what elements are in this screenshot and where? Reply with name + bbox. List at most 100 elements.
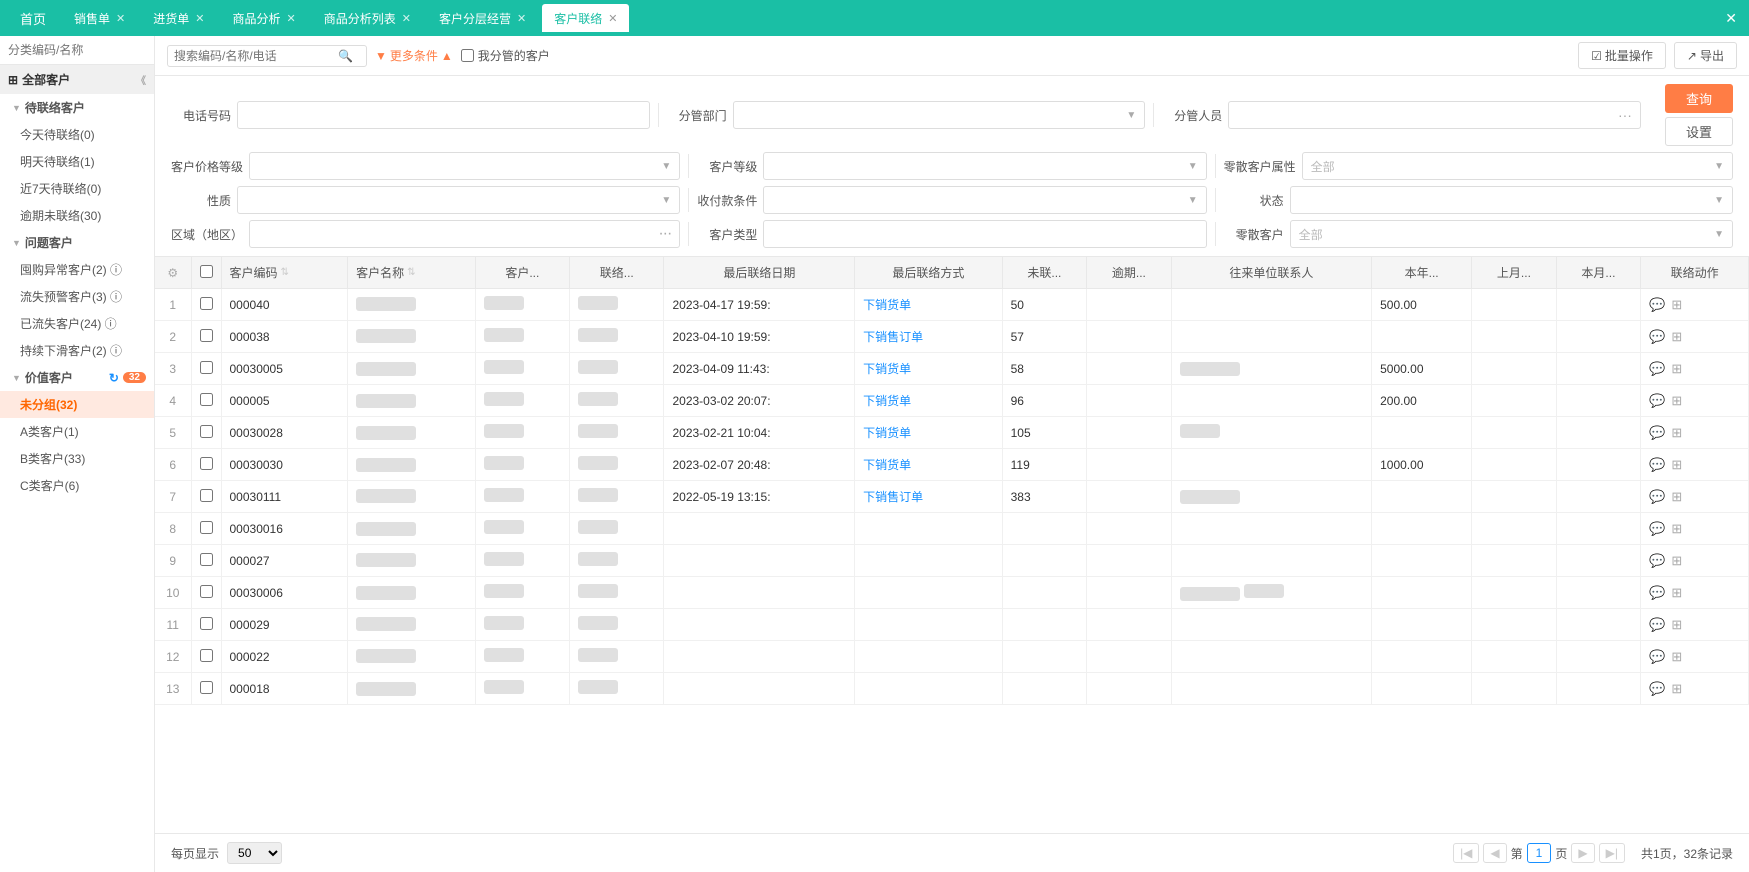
dept-select[interactable]: ▼ bbox=[733, 101, 1146, 129]
sidebar-all-customers[interactable]: ⊞ 全部客户 《 bbox=[0, 65, 154, 94]
sidebar-group-problem[interactable]: ▼ 问题客户 bbox=[0, 229, 154, 256]
grid-action-icon[interactable]: ⊞ bbox=[1671, 361, 1682, 377]
sort-icon[interactable]: ⇅ bbox=[407, 267, 415, 278]
grid-action-icon[interactable]: ⊞ bbox=[1671, 521, 1682, 537]
sort-icon[interactable]: ⇅ bbox=[281, 267, 289, 278]
chat-icon[interactable]: 💬 bbox=[1649, 585, 1665, 601]
grid-action-icon[interactable]: ⊞ bbox=[1671, 297, 1682, 313]
nav-tab-customer-contact[interactable]: 客户联络 ✕ bbox=[542, 4, 629, 32]
nav-home[interactable]: 首页 bbox=[8, 9, 58, 28]
close-icon[interactable]: ✕ bbox=[195, 12, 204, 25]
last-page-button[interactable]: ▶| bbox=[1599, 843, 1625, 863]
payment-select[interactable]: ▼ bbox=[763, 186, 1206, 214]
chat-icon[interactable]: 💬 bbox=[1649, 617, 1665, 633]
contact-method-link[interactable]: 下销售订单 bbox=[863, 490, 923, 504]
sidebar-group-pending[interactable]: ▼ 待联络客户 bbox=[0, 94, 154, 121]
settings-icon[interactable]: ⚙ bbox=[167, 266, 178, 280]
sidebar-search-input[interactable] bbox=[8, 43, 155, 57]
retail-attr-select[interactable]: 全部 ▼ bbox=[1302, 152, 1733, 180]
sidebar-item-a-class[interactable]: A类客户(1) bbox=[0, 418, 154, 445]
chat-icon[interactable]: 💬 bbox=[1649, 425, 1665, 441]
sidebar-item-abnormal[interactable]: 囤购异常客户(2) ⓘ bbox=[0, 256, 154, 283]
contact-method-link[interactable]: 下销售订单 bbox=[863, 330, 923, 344]
sidebar-item-c-class[interactable]: C类客户(6) bbox=[0, 472, 154, 499]
contact-method-link[interactable]: 下销货单 bbox=[863, 458, 911, 472]
sidebar-item-declining[interactable]: 持续下滑客户(2) ⓘ bbox=[0, 337, 154, 364]
query-button[interactable]: 查询 bbox=[1665, 84, 1733, 113]
grid-action-icon[interactable]: ⊞ bbox=[1671, 425, 1682, 441]
chat-icon[interactable]: 💬 bbox=[1649, 393, 1665, 409]
close-all-button[interactable]: ✕ bbox=[1721, 6, 1741, 31]
chat-icon[interactable]: 💬 bbox=[1649, 297, 1665, 313]
grid-action-icon[interactable]: ⊞ bbox=[1671, 617, 1682, 633]
first-page-button[interactable]: |◀ bbox=[1453, 843, 1479, 863]
close-icon[interactable]: ✕ bbox=[517, 12, 526, 25]
export-button[interactable]: ↗ 导出 bbox=[1674, 42, 1737, 69]
sidebar-item-today[interactable]: 今天待联络(0) bbox=[0, 121, 154, 148]
close-icon[interactable]: ✕ bbox=[116, 12, 125, 25]
prev-page-button[interactable]: ◀ bbox=[1483, 843, 1506, 863]
chat-icon[interactable]: 💬 bbox=[1649, 457, 1665, 473]
row-not-contacted: 383 bbox=[1002, 481, 1087, 513]
retail-select[interactable]: 全部 ▼ bbox=[1290, 220, 1733, 248]
search-icon[interactable]: 🔍 bbox=[338, 49, 353, 63]
area-select[interactable]: ··· bbox=[249, 220, 680, 248]
grid-action-icon[interactable]: ⊞ bbox=[1671, 585, 1682, 601]
contact-method-link[interactable]: 下销货单 bbox=[863, 298, 911, 312]
grid-action-icon[interactable]: ⊞ bbox=[1671, 553, 1682, 569]
nav-tab-purchase[interactable]: 进货单 ✕ bbox=[141, 4, 216, 32]
nav-tab-analysis[interactable]: 商品分析 ✕ bbox=[220, 4, 307, 32]
row-type bbox=[475, 609, 569, 641]
grid-action-icon[interactable]: ⊞ bbox=[1671, 393, 1682, 409]
chat-icon[interactable]: 💬 bbox=[1649, 521, 1665, 537]
contact-method-link[interactable]: 下销货单 bbox=[863, 426, 911, 440]
grid-action-icon[interactable]: ⊞ bbox=[1671, 681, 1682, 697]
my-customers-check[interactable] bbox=[461, 49, 474, 62]
close-icon[interactable]: ✕ bbox=[608, 12, 617, 25]
close-icon[interactable]: ✕ bbox=[402, 12, 411, 25]
row-not-contacted: 105 bbox=[1002, 417, 1087, 449]
chat-icon[interactable]: 💬 bbox=[1649, 649, 1665, 665]
grid-action-icon[interactable]: ⊞ bbox=[1671, 329, 1682, 345]
reset-button[interactable]: 设置 bbox=[1665, 117, 1733, 146]
grid-action-icon[interactable]: ⊞ bbox=[1671, 457, 1682, 473]
my-customers-checkbox[interactable]: 我分管的客户 bbox=[461, 47, 550, 64]
chat-icon[interactable]: 💬 bbox=[1649, 489, 1665, 505]
per-page-select[interactable]: 50 100 bbox=[227, 842, 282, 864]
customer-type-select[interactable] bbox=[763, 220, 1206, 248]
sidebar-item-tomorrow[interactable]: 明天待联络(1) bbox=[0, 148, 154, 175]
refresh-icon[interactable]: ↻ bbox=[109, 371, 119, 385]
row-overdue bbox=[1087, 289, 1172, 321]
nav-tab-customer-segment[interactable]: 客户分层经营 ✕ bbox=[427, 4, 538, 32]
grid-action-icon[interactable]: ⊞ bbox=[1671, 649, 1682, 665]
sidebar-item-churn-warning[interactable]: 流失预警客户(3) ⓘ bbox=[0, 283, 154, 310]
sidebar-group-value[interactable]: ▼ 价值客户 ↻ 32 bbox=[0, 364, 154, 391]
batch-op-button[interactable]: ☑ 批量操作 bbox=[1578, 42, 1666, 69]
contact-method-link[interactable]: 下销货单 bbox=[863, 362, 911, 376]
chat-icon[interactable]: 💬 bbox=[1649, 681, 1665, 697]
contact-method-link[interactable]: 下销货单 bbox=[863, 394, 911, 408]
price-level-select[interactable]: ▼ bbox=[249, 152, 680, 180]
sidebar-item-overdue[interactable]: 逾期未联络(30) bbox=[0, 202, 154, 229]
nature-select[interactable]: ▼ bbox=[237, 186, 680, 214]
select-all-checkbox[interactable] bbox=[200, 265, 213, 278]
more-conditions-button[interactable]: ▼ 更多条件 ▲ bbox=[375, 47, 453, 64]
close-icon[interactable]: ✕ bbox=[287, 12, 296, 25]
sidebar-item-churned[interactable]: 已流失客户(24) ⓘ bbox=[0, 310, 154, 337]
nav-tab-analysis-list[interactable]: 商品分析列表 ✕ bbox=[312, 4, 423, 32]
sidebar-item-b-class[interactable]: B类客户(33) bbox=[0, 445, 154, 472]
sidebar-item-7days[interactable]: 近7天待联络(0) bbox=[0, 175, 154, 202]
next-page-button[interactable]: ▶ bbox=[1571, 843, 1594, 863]
grid-action-icon[interactable]: ⊞ bbox=[1671, 489, 1682, 505]
filter-search-input[interactable] bbox=[174, 49, 334, 63]
sidebar-item-unassigned[interactable]: 未分组(32) bbox=[0, 391, 154, 418]
customer-level-select[interactable]: ▼ bbox=[763, 152, 1206, 180]
chat-icon[interactable]: 💬 bbox=[1649, 361, 1665, 377]
chat-icon[interactable]: 💬 bbox=[1649, 553, 1665, 569]
phone-input[interactable] bbox=[237, 101, 650, 129]
status-select[interactable]: ▼ bbox=[1290, 186, 1733, 214]
chat-icon[interactable]: 💬 bbox=[1649, 329, 1665, 345]
person-select[interactable]: ··· bbox=[1228, 101, 1641, 129]
nav-tab-sales[interactable]: 销售单 ✕ bbox=[62, 4, 137, 32]
row-contact bbox=[570, 353, 664, 385]
